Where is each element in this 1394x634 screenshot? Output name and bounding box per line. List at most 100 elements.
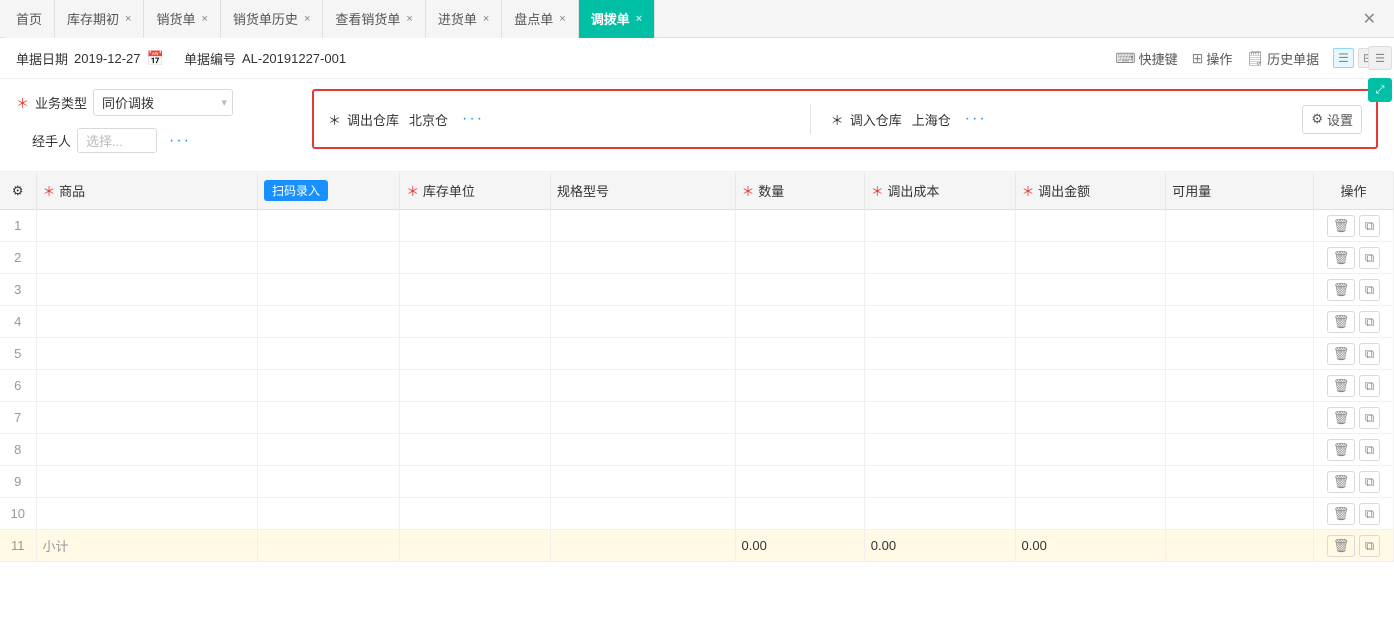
row-copy-btn[interactable]: ⧉ — [1359, 439, 1380, 461]
tab-view-sales[interactable]: 查看销货单 × — [323, 0, 425, 38]
row-delete-btn[interactable]: 🗑 — [1327, 215, 1356, 237]
amount-cell[interactable] — [1015, 242, 1166, 274]
side-list-button[interactable]: ☰ — [1368, 46, 1392, 70]
spec-cell[interactable] — [550, 210, 735, 242]
tab-sales-order[interactable]: 销货单 × — [144, 0, 220, 38]
row-delete-btn[interactable]: 🗑 — [1327, 439, 1356, 461]
product-cell[interactable] — [36, 210, 258, 242]
product-cell[interactable] — [36, 434, 258, 466]
product-cell[interactable] — [36, 242, 258, 274]
tab-home[interactable]: 首页 — [4, 0, 55, 38]
row-copy-btn[interactable]: ⧉ — [1359, 375, 1380, 397]
qty-cell[interactable] — [735, 210, 864, 242]
product-cell[interactable] — [36, 466, 258, 498]
unit-cell[interactable] — [400, 210, 551, 242]
qty-cell[interactable] — [735, 466, 864, 498]
row-copy-btn[interactable]: ⧉ — [1359, 503, 1380, 525]
spec-cell[interactable] — [550, 338, 735, 370]
unit-cell[interactable] — [400, 274, 551, 306]
spec-cell[interactable] — [550, 274, 735, 306]
handler-input[interactable]: 选择... — [77, 128, 157, 153]
qty-cell[interactable] — [735, 274, 864, 306]
row-delete-btn[interactable]: 🗑 — [1327, 279, 1356, 301]
tab-purchase-order[interactable]: 进货单 × — [426, 0, 502, 38]
unit-cell[interactable] — [400, 434, 551, 466]
product-cell[interactable] — [36, 338, 258, 370]
row-delete-btn[interactable]: 🗑 — [1327, 471, 1356, 493]
cost-cell[interactable] — [864, 466, 1015, 498]
tab-inventory-init[interactable]: 库存期初 × — [55, 0, 144, 38]
close-purchase-order[interactable]: × — [483, 13, 489, 25]
row-copy-btn[interactable]: ⧉ — [1359, 215, 1380, 237]
business-type-dropdown[interactable]: 同价调拨 — [93, 89, 233, 116]
transfer-out-more[interactable]: ··· — [462, 110, 484, 128]
cost-cell[interactable] — [864, 370, 1015, 402]
spec-cell[interactable] — [550, 306, 735, 338]
row-copy-btn[interactable]: ⧉ — [1359, 343, 1380, 365]
qty-cell[interactable] — [735, 338, 864, 370]
row-copy-btn[interactable]: ⧉ — [1359, 279, 1380, 301]
close-inventory-init[interactable]: × — [125, 13, 131, 25]
handler-more-dots[interactable]: ··· — [169, 132, 191, 150]
product-cell[interactable] — [36, 370, 258, 402]
transfer-in-more[interactable]: ··· — [965, 110, 987, 128]
row-delete-btn[interactable]: 🗑 — [1327, 407, 1356, 429]
spec-cell[interactable] — [550, 242, 735, 274]
close-sales-history[interactable]: × — [304, 13, 310, 25]
qty-cell[interactable] — [735, 498, 864, 530]
spec-cell[interactable] — [550, 434, 735, 466]
shortcut-action[interactable]: ⌨ 快捷键 — [1115, 49, 1177, 68]
amount-cell[interactable] — [1015, 498, 1166, 530]
unit-cell[interactable] — [400, 402, 551, 434]
close-stocktake[interactable]: × — [559, 13, 565, 25]
amount-cell[interactable] — [1015, 370, 1166, 402]
unit-cell[interactable] — [400, 498, 551, 530]
unit-cell[interactable] — [400, 242, 551, 274]
close-transfer[interactable]: × — [636, 13, 642, 25]
row-delete-btn[interactable]: 🗑 — [1327, 375, 1356, 397]
calendar-icon[interactable]: 📅 — [147, 50, 164, 67]
cost-cell[interactable] — [864, 242, 1015, 274]
qty-cell[interactable] — [735, 402, 864, 434]
tab-sales-history[interactable]: 销货单历史 × — [221, 0, 323, 38]
product-cell[interactable] — [36, 402, 258, 434]
qty-cell[interactable] — [735, 370, 864, 402]
scan-entry-button[interactable]: 扫码录入 — [264, 180, 328, 201]
layout-icon-1[interactable]: ☰ — [1333, 48, 1354, 68]
history-doc-action[interactable]: 🗒 历史单据 — [1246, 49, 1319, 68]
spec-cell[interactable] — [550, 370, 735, 402]
amount-cell[interactable] — [1015, 402, 1166, 434]
product-cell[interactable] — [36, 306, 258, 338]
row-copy-btn[interactable]: ⧉ — [1359, 311, 1380, 333]
cost-cell[interactable] — [864, 210, 1015, 242]
row-copy-btn[interactable]: ⧉ — [1359, 247, 1380, 269]
cost-cell[interactable] — [864, 402, 1015, 434]
form-settings-button[interactable]: ⚙ 设置 — [1302, 105, 1362, 134]
side-expand-button[interactable]: ⤢ — [1368, 78, 1392, 102]
cost-cell[interactable] — [864, 434, 1015, 466]
product-cell[interactable] — [36, 274, 258, 306]
cost-cell[interactable] — [864, 274, 1015, 306]
row-copy-btn[interactable]: ⧉ — [1359, 471, 1380, 493]
row-copy-btn[interactable]: ⧉ — [1359, 407, 1380, 429]
col-header-gear[interactable]: ⚙ — [0, 172, 36, 210]
tab-stocktake[interactable]: 盘点单 × — [502, 0, 578, 38]
amount-cell[interactable] — [1015, 338, 1166, 370]
amount-cell[interactable] — [1015, 306, 1166, 338]
unit-cell[interactable] — [400, 370, 551, 402]
cost-cell[interactable] — [864, 498, 1015, 530]
row-delete-btn[interactable]: 🗑 — [1327, 311, 1356, 333]
spec-cell[interactable] — [550, 498, 735, 530]
subtotal-delete-btn[interactable]: 🗑 — [1327, 535, 1356, 557]
unit-cell[interactable] — [400, 466, 551, 498]
amount-cell[interactable] — [1015, 466, 1166, 498]
cost-cell[interactable] — [864, 338, 1015, 370]
tab-transfer[interactable]: 调拨单 × — [579, 0, 655, 38]
spec-cell[interactable] — [550, 402, 735, 434]
row-delete-btn[interactable]: 🗑 — [1327, 247, 1356, 269]
cost-cell[interactable] — [864, 306, 1015, 338]
close-sales-order[interactable]: × — [201, 13, 207, 25]
amount-cell[interactable] — [1015, 210, 1166, 242]
operate-action[interactable]: ⊞ 操作 — [1192, 49, 1233, 68]
qty-cell[interactable] — [735, 242, 864, 274]
